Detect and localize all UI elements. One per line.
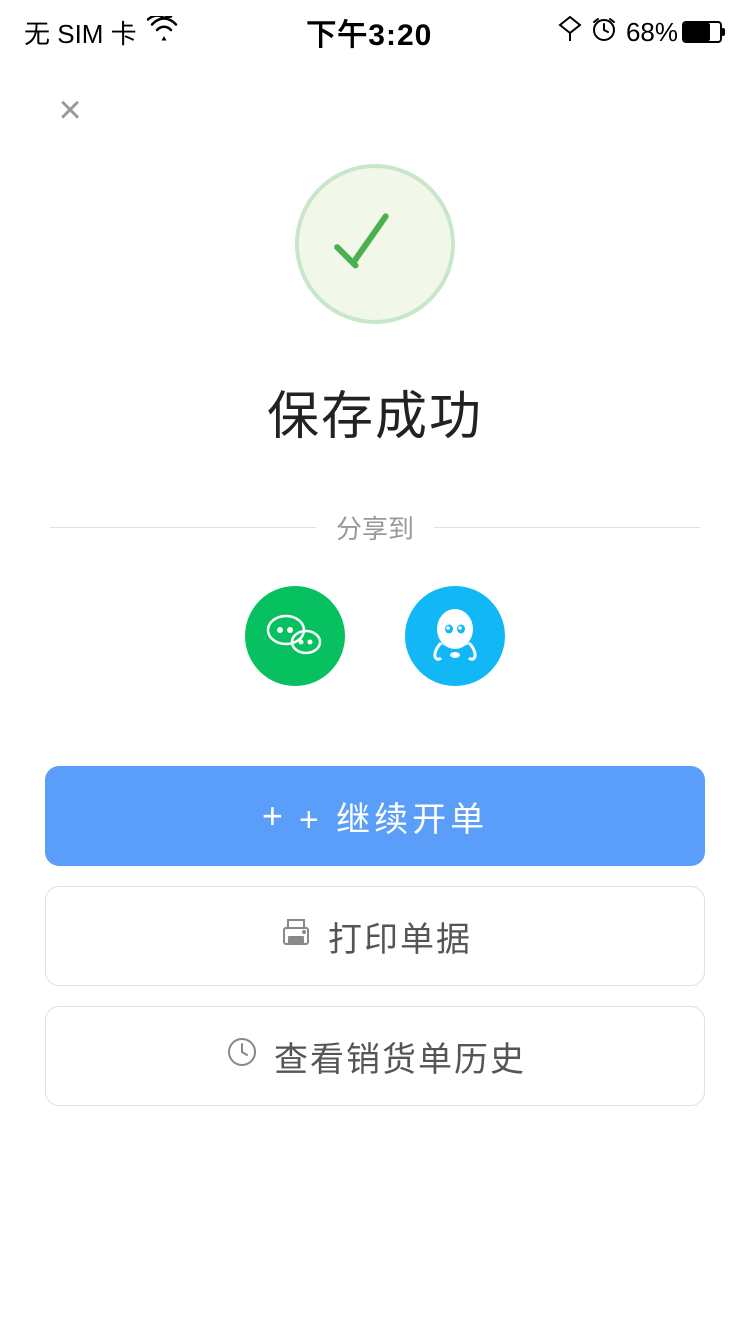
close-button[interactable]: × <box>40 80 100 140</box>
share-section: 分享到 <box>0 509 750 686</box>
wechat-share-button[interactable] <box>245 586 345 686</box>
continue-button[interactable]: + + 继续开单 <box>45 766 705 866</box>
share-divider: 分享到 <box>0 509 750 546</box>
no-sim-text: 无 SIM 卡 <box>24 14 137 51</box>
success-title: 保存成功 <box>267 374 483 449</box>
print-icon <box>278 914 314 959</box>
share-icons-container <box>245 586 505 686</box>
wechat-icon <box>264 610 326 662</box>
divider-left <box>50 527 316 528</box>
history-icon <box>224 1034 260 1079</box>
share-label: 分享到 <box>316 509 434 546</box>
continue-label: + 继续开单 <box>299 792 488 841</box>
status-bar: 无 SIM 卡 下午3:20 68% <box>0 0 750 64</box>
location-icon <box>558 15 582 50</box>
battery-percentage: 68% <box>626 17 678 48</box>
status-right: 68% <box>558 15 726 50</box>
history-button[interactable]: 查看销货单历史 <box>45 1006 705 1106</box>
checkmark-icon <box>335 214 415 274</box>
main-content: 保存成功 分享到 <box>0 64 750 1106</box>
qq-share-button[interactable] <box>405 586 505 686</box>
wifi-icon <box>147 16 181 49</box>
history-label: 查看销货单历史 <box>274 1032 526 1081</box>
action-buttons: + + 继续开单 打印单据 查看销货单历 <box>45 766 705 1106</box>
success-icon-circle <box>295 164 455 324</box>
divider-right <box>434 527 700 528</box>
print-label: 打印单据 <box>328 912 472 961</box>
status-time: 下午3:20 <box>306 10 432 54</box>
print-button[interactable]: 打印单据 <box>45 886 705 986</box>
close-icon: × <box>58 90 81 130</box>
qq-icon <box>425 601 485 671</box>
status-left: 无 SIM 卡 <box>24 14 181 51</box>
alarm-icon <box>590 15 618 50</box>
continue-icon: + <box>262 795 285 837</box>
battery: 68% <box>626 17 726 48</box>
